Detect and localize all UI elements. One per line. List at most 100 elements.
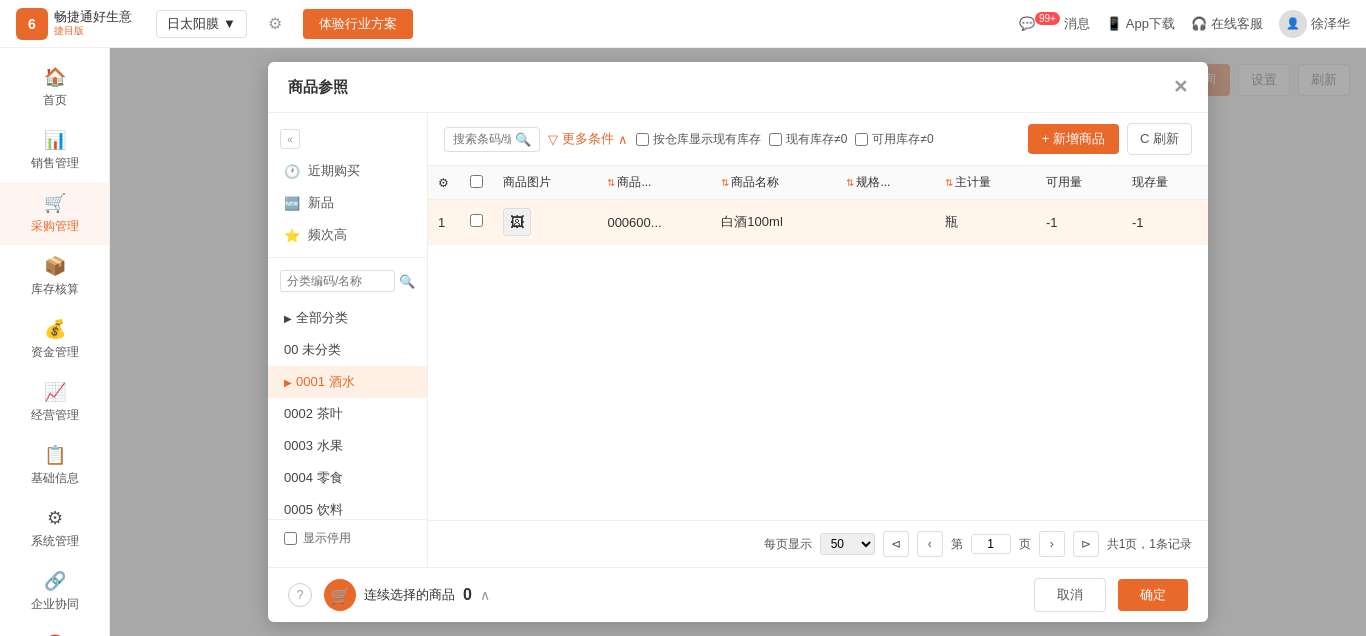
layout: 🏠 首页 📊 销售管理 🛒 采购管理 📦 库存核算 💰 资金管理 📈 经营管理 … (0, 48, 1366, 636)
add-product-btn[interactable]: + 新增商品 (1028, 124, 1119, 154)
show-disabled-checkbox[interactable] (284, 532, 297, 545)
logo-sub: 捷目版 (54, 24, 132, 38)
exp-btn[interactable]: 体验行业方案 (303, 9, 413, 39)
sort-icon: ⇅ (945, 177, 953, 188)
home-icon: 🏠 (44, 66, 66, 88)
th-available-label: 可用量 (1046, 175, 1082, 189)
page-first-btn[interactable]: ⊲ (883, 531, 909, 557)
warehouse-checkbox[interactable] (636, 133, 649, 146)
operations-icon: 📈 (44, 381, 66, 403)
row-name: 白酒100ml (711, 200, 836, 245)
enterprise-icon: 🔗 (44, 570, 66, 592)
filter-more-btn[interactable]: ▽ 更多条件 ∧ (548, 130, 628, 148)
page-word2: 页 (1019, 536, 1031, 553)
logo-text: 畅捷通好生意 (54, 9, 132, 25)
sidebar-item-finance[interactable]: 💰 资金管理 (0, 308, 109, 371)
cat-4[interactable]: 0004 零食 (268, 462, 427, 494)
quick-freq[interactable]: ⭐ 频次高 (268, 219, 427, 251)
sidebar-item-enterprise[interactable]: 🔗 企业协同 (0, 560, 109, 623)
show-disabled-label: 显示停用 (303, 530, 351, 547)
cat-5[interactable]: 0005 饮料 (268, 494, 427, 519)
sidebar-item-label: 首页 (43, 92, 67, 109)
product-search-input[interactable] (453, 132, 511, 146)
per-page-select[interactable]: 50 10 20 100 (820, 533, 875, 555)
cat-0[interactable]: 00 未分类 (268, 334, 427, 366)
quick-recent[interactable]: 🕐 近期购买 (268, 155, 427, 187)
sidebar-item-system[interactable]: ⚙ 系统管理 (0, 497, 109, 560)
cat-label: 0001 酒水 (296, 373, 355, 391)
sidebar-item-inventory[interactable]: 📦 库存核算 (0, 245, 109, 308)
help-icon[interactable]: ? (288, 583, 312, 607)
refresh-btn[interactable]: C 刷新 (1127, 123, 1192, 155)
finance-icon: 💰 (44, 318, 66, 340)
sidebar-item-label: 库存核算 (31, 281, 79, 298)
gear-icon[interactable]: ⚙ (438, 176, 449, 190)
table-row[interactable]: 1 🖼 (428, 200, 1208, 245)
msg-item[interactable]: 💬 99+ 消息 (1019, 15, 1090, 33)
category-list: ▶ 全部分类 00 未分类 ▶ 0001 酒水 0002 茶 (268, 298, 427, 519)
filter-icon: ▽ (548, 132, 558, 147)
cat-all[interactable]: ▶ 全部分类 (268, 302, 427, 334)
th-gear[interactable]: ⚙ (428, 166, 460, 200)
page-input[interactable] (971, 534, 1011, 554)
product-image-icon: 🖼 (510, 214, 524, 230)
chevron-up-icon: ∧ (618, 132, 628, 147)
row-checkbox[interactable] (470, 214, 483, 227)
cat-label: 全部分类 (296, 309, 348, 327)
cat-3[interactable]: 0003 水果 (268, 430, 427, 462)
search-icon[interactable]: 🔍 (515, 132, 531, 147)
system-icon: ⚙ (47, 507, 63, 529)
category-search-input[interactable] (280, 270, 395, 292)
cat-1[interactable]: ▶ 0001 酒水 (268, 366, 427, 398)
sidebar-item-home[interactable]: 🏠 首页 (0, 56, 109, 119)
row-image: 🖼 (493, 200, 597, 245)
cat-label: 0003 水果 (284, 437, 343, 455)
chevron-up-icon[interactable]: ∧ (480, 587, 490, 603)
sidebar-item-guide[interactable]: 🎯 新手引导 (0, 623, 109, 636)
th-spec: ⇅ 规格... (836, 166, 934, 200)
user-item[interactable]: 👤 徐泽华 (1279, 10, 1350, 38)
cancel-button[interactable]: 取消 (1034, 578, 1106, 612)
new-icon: 🆕 (284, 196, 300, 211)
show-disabled-row: 显示停用 (268, 519, 427, 557)
page-last-btn[interactable]: ⊳ (1073, 531, 1099, 557)
online-service-item[interactable]: 🎧 在线客服 (1191, 15, 1263, 33)
row-unit: 瓶 (935, 200, 1036, 245)
confirm-button[interactable]: 确定 (1118, 579, 1188, 611)
page-next-btn[interactable]: › (1039, 531, 1065, 557)
logo-icon: 6 (16, 8, 48, 40)
logo-area: 6 畅捷通好生意 捷目版 (16, 8, 132, 40)
select-all-checkbox[interactable] (470, 175, 483, 188)
search-icon[interactable]: 🔍 (399, 274, 415, 289)
page-prev-btn[interactable]: ‹ (917, 531, 943, 557)
current-stock-label: 现有库存≠0 (786, 131, 847, 148)
sidebar-item-sales[interactable]: 📊 销售管理 (0, 119, 109, 182)
cat-2[interactable]: 0002 茶叶 (268, 398, 427, 430)
current-stock-checkbox[interactable] (769, 133, 782, 146)
gear-icon[interactable]: ⚙ (259, 8, 291, 40)
msg-badge: 99+ (1035, 12, 1060, 25)
modal-close-button[interactable]: ✕ (1173, 76, 1188, 98)
modal-header: 商品参照 ✕ (268, 62, 1208, 113)
sidebar-item-purchase[interactable]: 🛒 采购管理 (0, 182, 109, 245)
row-code: 000600... (597, 200, 711, 245)
sales-icon: 📊 (44, 129, 66, 151)
msg-label: 消息 (1064, 15, 1090, 33)
sidebar-item-label: 销售管理 (31, 155, 79, 172)
available-stock-checkbox[interactable] (855, 133, 868, 146)
th-spec-label: 规格... (856, 174, 890, 191)
cart-icon: 🛒 (324, 579, 356, 611)
collapse-button[interactable]: « (280, 129, 300, 149)
available-stock-checkbox-label[interactable]: 可用库存≠0 (855, 131, 933, 148)
quick-new[interactable]: 🆕 新品 (268, 187, 427, 219)
warehouse-checkbox-label[interactable]: 按仓库显示现有库存 (636, 131, 761, 148)
username-label: 徐泽华 (1311, 15, 1350, 33)
current-stock-checkbox-label[interactable]: 现有库存≠0 (769, 131, 847, 148)
app-download-item[interactable]: 📱 App下载 (1106, 15, 1175, 33)
sidebar-item-basic[interactable]: 📋 基础信息 (0, 434, 109, 497)
purchase-icon: 🛒 (44, 192, 66, 214)
row-current: -1 (1122, 200, 1208, 245)
nav-selector[interactable]: 日太阳膜 ▼ (156, 10, 247, 38)
sidebar-item-operations[interactable]: 📈 经营管理 (0, 371, 109, 434)
row-check (460, 200, 493, 245)
